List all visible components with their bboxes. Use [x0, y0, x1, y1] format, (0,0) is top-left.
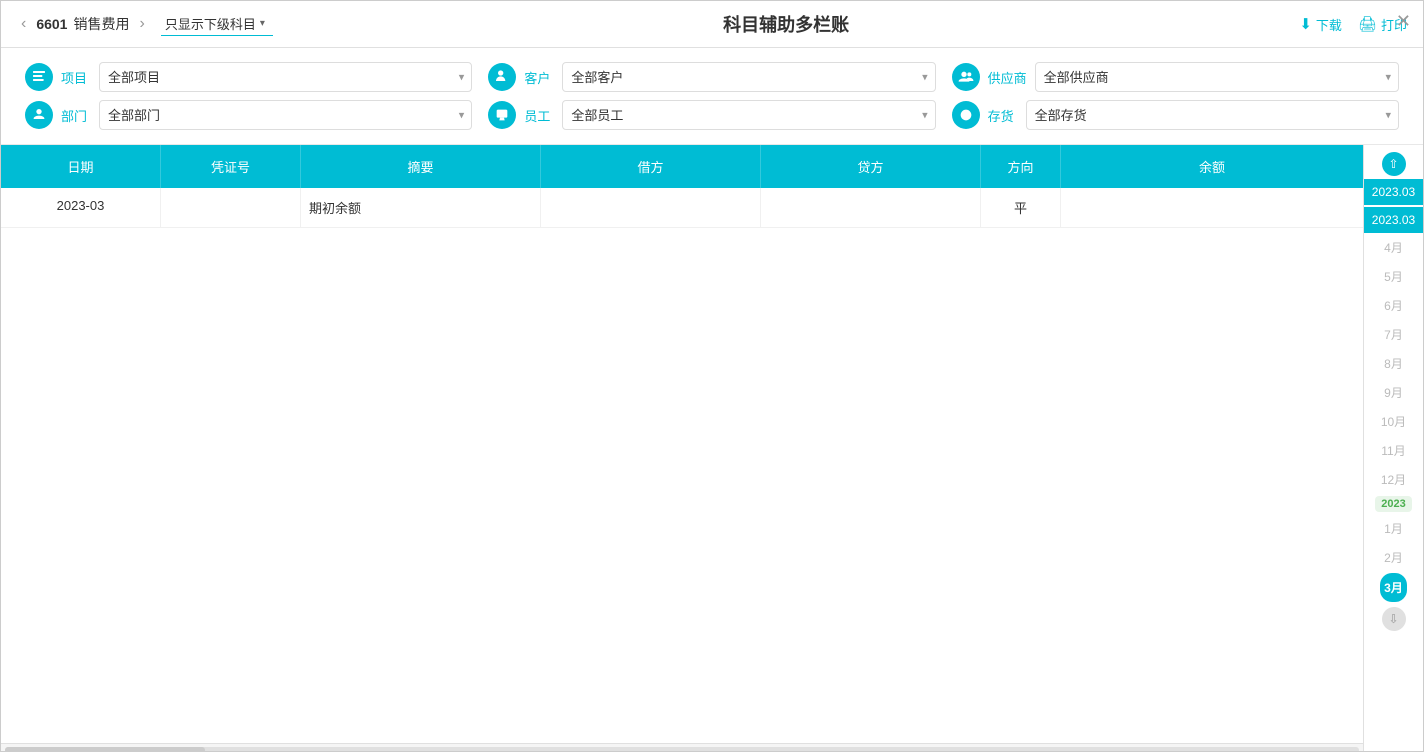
timeline-month-5[interactable]: 5月: [1364, 262, 1423, 291]
customer-label: 客户: [524, 68, 554, 87]
filter-supplier: 供应商 全部供应商: [944, 58, 1407, 96]
timeline-month-2[interactable]: 2月: [1364, 543, 1423, 572]
filter-bar: 项目 全部项目 客户 全部客户 供应商: [1, 48, 1423, 145]
timeline-down-button[interactable]: ⇩: [1382, 607, 1406, 631]
prev-account-button[interactable]: ‹: [17, 13, 30, 35]
employee-icon: [488, 101, 516, 129]
table-body: 2023-03 期初余额 平: [1, 188, 1363, 743]
print-icon: 🖨: [1358, 15, 1377, 33]
project-label: 项目: [61, 68, 91, 87]
download-label: 下载: [1316, 15, 1342, 34]
account-code: 6601: [36, 16, 67, 32]
col-balance: 余额: [1061, 145, 1363, 188]
department-icon: [25, 101, 53, 129]
cell-date: 2023-03: [1, 188, 161, 227]
account-name: 销售费用: [73, 14, 129, 34]
main-window: ‹ 6601 销售费用 › 只显示下级科目 ▾ 科目辅助多栏账 ⬇ 下载 🖨 打…: [0, 0, 1424, 752]
show-sub-accounts-label: 只显示下级科目: [165, 14, 256, 33]
customer-icon: [488, 63, 516, 91]
supplier-select-wrapper[interactable]: 全部供应商: [1035, 62, 1399, 92]
download-icon: ⬇: [1299, 15, 1312, 33]
download-button[interactable]: ⬇ 下载: [1299, 15, 1342, 34]
employee-select-wrapper[interactable]: 全部员工: [562, 100, 935, 130]
timeline-header-1[interactable]: 2023.03: [1364, 179, 1423, 205]
filter-department: 部门 全部部门: [17, 96, 480, 134]
supplier-select[interactable]: 全部供应商: [1035, 62, 1399, 92]
table-row: 2023-03 期初余额 平: [1, 188, 1363, 228]
project-select-wrapper[interactable]: 全部项目: [99, 62, 472, 92]
department-select[interactable]: 全部部门: [99, 100, 472, 130]
scroll-track: [5, 747, 1359, 752]
cell-balance: [1061, 188, 1363, 227]
filter-inventory: 存货 全部存货: [944, 96, 1407, 134]
cell-credit: [761, 188, 981, 227]
dropdown-arrow-icon: ▾: [260, 18, 265, 29]
filter-project: 项目 全部项目: [17, 58, 480, 96]
timeline-month-8[interactable]: 8月: [1364, 349, 1423, 378]
filter-employee: 员工 全部员工: [480, 96, 943, 134]
horizontal-scrollbar[interactable]: [1, 743, 1363, 752]
col-direction: 方向: [981, 145, 1061, 188]
timeline-header-2[interactable]: 2023.03: [1364, 207, 1423, 233]
next-account-button[interactable]: ›: [135, 13, 148, 35]
header-actions: ⬇ 下载 🖨 打印: [1299, 15, 1407, 34]
col-credit: 贷方: [761, 145, 981, 188]
project-select[interactable]: 全部项目: [99, 62, 472, 92]
timeline-month-3-active[interactable]: 3月: [1380, 573, 1407, 602]
col-debit: 借方: [541, 145, 761, 188]
page-title: 科目辅助多栏账: [285, 11, 1287, 37]
filter-customer: 客户 全部客户: [480, 58, 943, 96]
employee-label: 员工: [524, 106, 554, 125]
employee-select[interactable]: 全部员工: [562, 100, 935, 130]
customer-select-wrapper[interactable]: 全部客户: [562, 62, 935, 92]
supplier-icon: [952, 63, 980, 91]
inventory-label: 存货: [988, 106, 1018, 125]
cell-debit: [541, 188, 761, 227]
timeline-month-9[interactable]: 9月: [1364, 378, 1423, 407]
cell-voucher: [161, 188, 301, 227]
main-layout: 日期 凭证号 摘要 借方 贷方 方向 余额 2023-03 期初余额 平: [1, 145, 1423, 752]
department-select-wrapper[interactable]: 全部部门: [99, 100, 472, 130]
col-summary: 摘要: [301, 145, 541, 188]
cell-direction: 平: [981, 188, 1061, 227]
col-voucher: 凭证号: [161, 145, 301, 188]
timeline-month-6[interactable]: 6月: [1364, 291, 1423, 320]
scroll-thumb[interactable]: [5, 747, 205, 752]
supplier-label: 供应商: [988, 68, 1027, 87]
timeline-month-10[interactable]: 10月: [1364, 407, 1423, 436]
col-date: 日期: [1, 145, 161, 188]
timeline-up-button[interactable]: ⇧: [1382, 152, 1406, 176]
table-header: 日期 凭证号 摘要 借方 贷方 方向 余额: [1, 145, 1363, 188]
table-area: 日期 凭证号 摘要 借方 贷方 方向 余额 2023-03 期初余额 平: [1, 145, 1363, 752]
timeline-panel: ⇧ 2023.03 2023.03 4月 5月 6月 7月 8月 9月 10月 …: [1363, 145, 1423, 752]
account-navigator: ‹ 6601 销售费用 ›: [17, 13, 149, 35]
close-button[interactable]: ✕: [1396, 11, 1411, 32]
inventory-select[interactable]: 全部存货: [1026, 100, 1399, 130]
customer-select[interactable]: 全部客户: [562, 62, 935, 92]
header-bar: ‹ 6601 销售费用 › 只显示下级科目 ▾ 科目辅助多栏账 ⬇ 下载 🖨 打…: [1, 1, 1423, 48]
timeline-month-1[interactable]: 1月: [1364, 514, 1423, 543]
timeline-month-4[interactable]: 4月: [1364, 233, 1423, 262]
department-label: 部门: [61, 106, 91, 125]
project-icon: [25, 63, 53, 91]
timeline-month-7[interactable]: 7月: [1364, 320, 1423, 349]
cell-summary: 期初余额: [301, 188, 541, 227]
timeline-month-11[interactable]: 11月: [1364, 436, 1423, 465]
timeline-year-label[interactable]: 2023: [1375, 496, 1411, 512]
inventory-icon: [952, 101, 980, 129]
show-sub-accounts-dropdown[interactable]: 只显示下级科目 ▾: [161, 12, 273, 36]
inventory-select-wrapper[interactable]: 全部存货: [1026, 100, 1399, 130]
timeline-month-12[interactable]: 12月: [1364, 465, 1423, 494]
